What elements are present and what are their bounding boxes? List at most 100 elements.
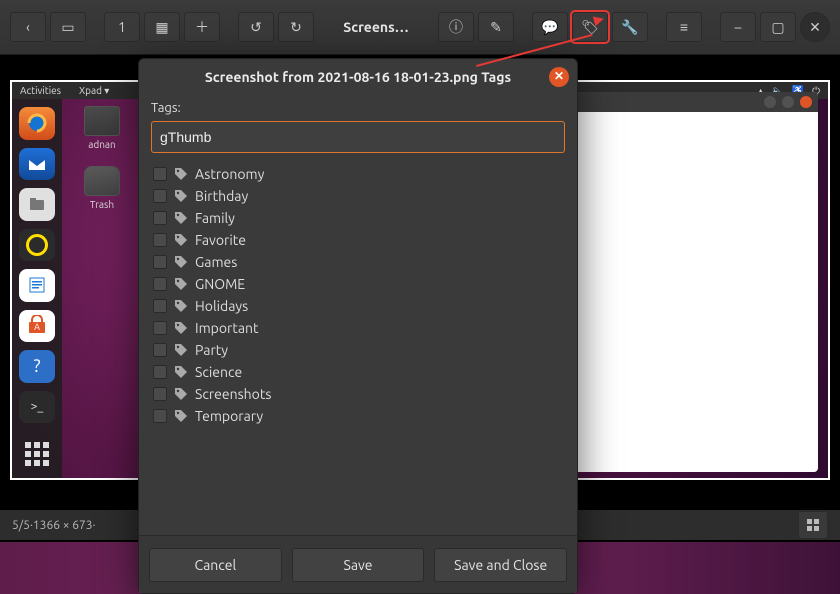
show-apps-icon [21, 439, 53, 468]
close-icon [800, 96, 812, 108]
tag-checkbox[interactable] [153, 277, 167, 291]
view-add-button[interactable]: ＋ [184, 12, 220, 42]
desktop-icon-label: Trash [90, 199, 114, 210]
tag-label: Holidays [195, 298, 248, 314]
tag-icon [173, 386, 189, 402]
tag-item[interactable]: Astronomy [151, 163, 565, 185]
tag-checkbox[interactable] [153, 343, 167, 357]
thumbnail-grid-button[interactable] [798, 511, 828, 539]
tag-label: Astronomy [195, 166, 264, 182]
rotate-left-button[interactable]: ↺ [238, 12, 274, 42]
tag-icon [173, 298, 189, 314]
files-icon [19, 188, 55, 221]
view-side-button[interactable]: ▦ [144, 12, 180, 42]
tag-label: Important [195, 320, 259, 336]
tag-item[interactable]: Party [151, 339, 565, 361]
cancel-button[interactable]: Cancel [149, 548, 282, 582]
tag-icon [173, 408, 189, 424]
tag-label: Birthday [195, 188, 248, 204]
help-icon: ? [19, 350, 55, 383]
firefox-icon [19, 107, 55, 140]
libreoffice-writer-icon [19, 269, 55, 302]
tag-item[interactable]: Games [151, 251, 565, 273]
tag-label: GNOME [195, 276, 245, 292]
trashcan-icon [84, 166, 120, 196]
tags-dialog: Screenshot from 2021-08-16 18-01-23.png … [138, 58, 578, 594]
info-button[interactable]: ⓘ [438, 12, 474, 42]
minimize-icon [764, 96, 776, 108]
thunderbird-icon [19, 148, 55, 181]
tag-label: Party [195, 342, 228, 358]
tag-checkbox[interactable] [153, 321, 167, 335]
dialog-body: Tags: Astronomy Birthday Family Favorite Gam… [139, 95, 577, 535]
status-separator: · [93, 519, 96, 532]
save-and-close-button[interactable]: Save and Close [434, 548, 567, 582]
status-dimensions: 1366 × 673 [33, 519, 93, 532]
app-toolbar: ‹ ▭ 1 ▦ ＋ ↺ ↻ Screens… ⓘ ✎ 💬 🏷 🔧 ≡ – ▢ ✕ [0, 0, 840, 55]
tag-icon [173, 320, 189, 336]
nav-browse-button[interactable]: ▭ [50, 12, 86, 42]
tags-field-label: Tags: [151, 101, 565, 115]
tag-icon [173, 364, 189, 380]
edit-button[interactable]: ✎ [478, 12, 514, 42]
tag-checkbox[interactable] [153, 365, 167, 379]
tag-checkbox[interactable] [153, 189, 167, 203]
tag-item[interactable]: Birthday [151, 185, 565, 207]
tag-item[interactable]: Temporary [151, 405, 565, 427]
tag-item[interactable]: Family [151, 207, 565, 229]
nav-back-button[interactable]: ‹ [10, 12, 46, 42]
maximize-icon [782, 96, 794, 108]
svg-text:A: A [34, 322, 40, 332]
ubuntu-software-icon: A [19, 310, 55, 343]
tag-item[interactable]: Important [151, 317, 565, 339]
home-folder-icon: adnan [78, 106, 126, 150]
window-title: Screens… [318, 19, 434, 35]
rhythmbox-icon [19, 229, 55, 262]
tags-input[interactable] [151, 121, 565, 153]
tag-item[interactable]: GNOME [151, 273, 565, 295]
tag-icon [173, 254, 189, 270]
terminal-icon: >_ [19, 391, 55, 424]
xpad-indicator: Xpad ▾ [79, 85, 109, 97]
tag-checkbox[interactable] [153, 255, 167, 269]
tag-checkbox[interactable] [153, 387, 167, 401]
dialog-close-button[interactable]: ✕ [549, 67, 569, 87]
tag-item[interactable]: Science [151, 361, 565, 383]
tag-label: Science [195, 364, 242, 380]
tag-icon [173, 210, 189, 226]
activities-label: Activities [20, 85, 61, 96]
tag-item[interactable]: Screenshots [151, 383, 565, 405]
tag-checkbox[interactable] [153, 211, 167, 225]
dialog-title: Screenshot from 2021-08-16 18-01-23.png … [205, 69, 511, 85]
tag-checkbox[interactable] [153, 233, 167, 247]
tag-label: Family [195, 210, 235, 226]
comment-button[interactable]: 💬 [532, 12, 568, 42]
status-counter: 5/5 [12, 519, 30, 532]
tag-label: Favorite [195, 232, 246, 248]
window-minimize-button[interactable]: – [720, 12, 756, 42]
dialog-titlebar: Screenshot from 2021-08-16 18-01-23.png … [139, 59, 577, 95]
folder-icon [84, 106, 120, 136]
tag-item[interactable]: Favorite [151, 229, 565, 251]
tag-checkbox[interactable] [153, 409, 167, 423]
save-button[interactable]: Save [292, 548, 425, 582]
tag-icon [173, 188, 189, 204]
tag-icon [173, 276, 189, 292]
view-one-button[interactable]: 1 [104, 12, 140, 42]
window-close-button[interactable]: ✕ [800, 12, 830, 42]
grid-icon [806, 518, 820, 532]
window-maximize-button[interactable]: ▢ [760, 12, 796, 42]
tag-label: Temporary [195, 408, 263, 424]
tag-icon [173, 166, 189, 182]
tag-item[interactable]: Holidays [151, 295, 565, 317]
hamburger-menu-button[interactable]: ≡ [666, 12, 702, 42]
tag-checkbox[interactable] [153, 167, 167, 181]
desktop-icon-label: adnan [88, 139, 116, 150]
tag-checkbox[interactable] [153, 299, 167, 313]
tag-label: Games [195, 254, 237, 270]
tags-list: Astronomy Birthday Family Favorite Games GNOM… [151, 163, 565, 427]
rotate-right-button[interactable]: ↻ [278, 12, 314, 42]
tools-button[interactable]: 🔧 [612, 12, 648, 42]
trash-icon: Trash [78, 166, 126, 210]
dialog-footer: Cancel Save Save and Close [139, 535, 577, 593]
